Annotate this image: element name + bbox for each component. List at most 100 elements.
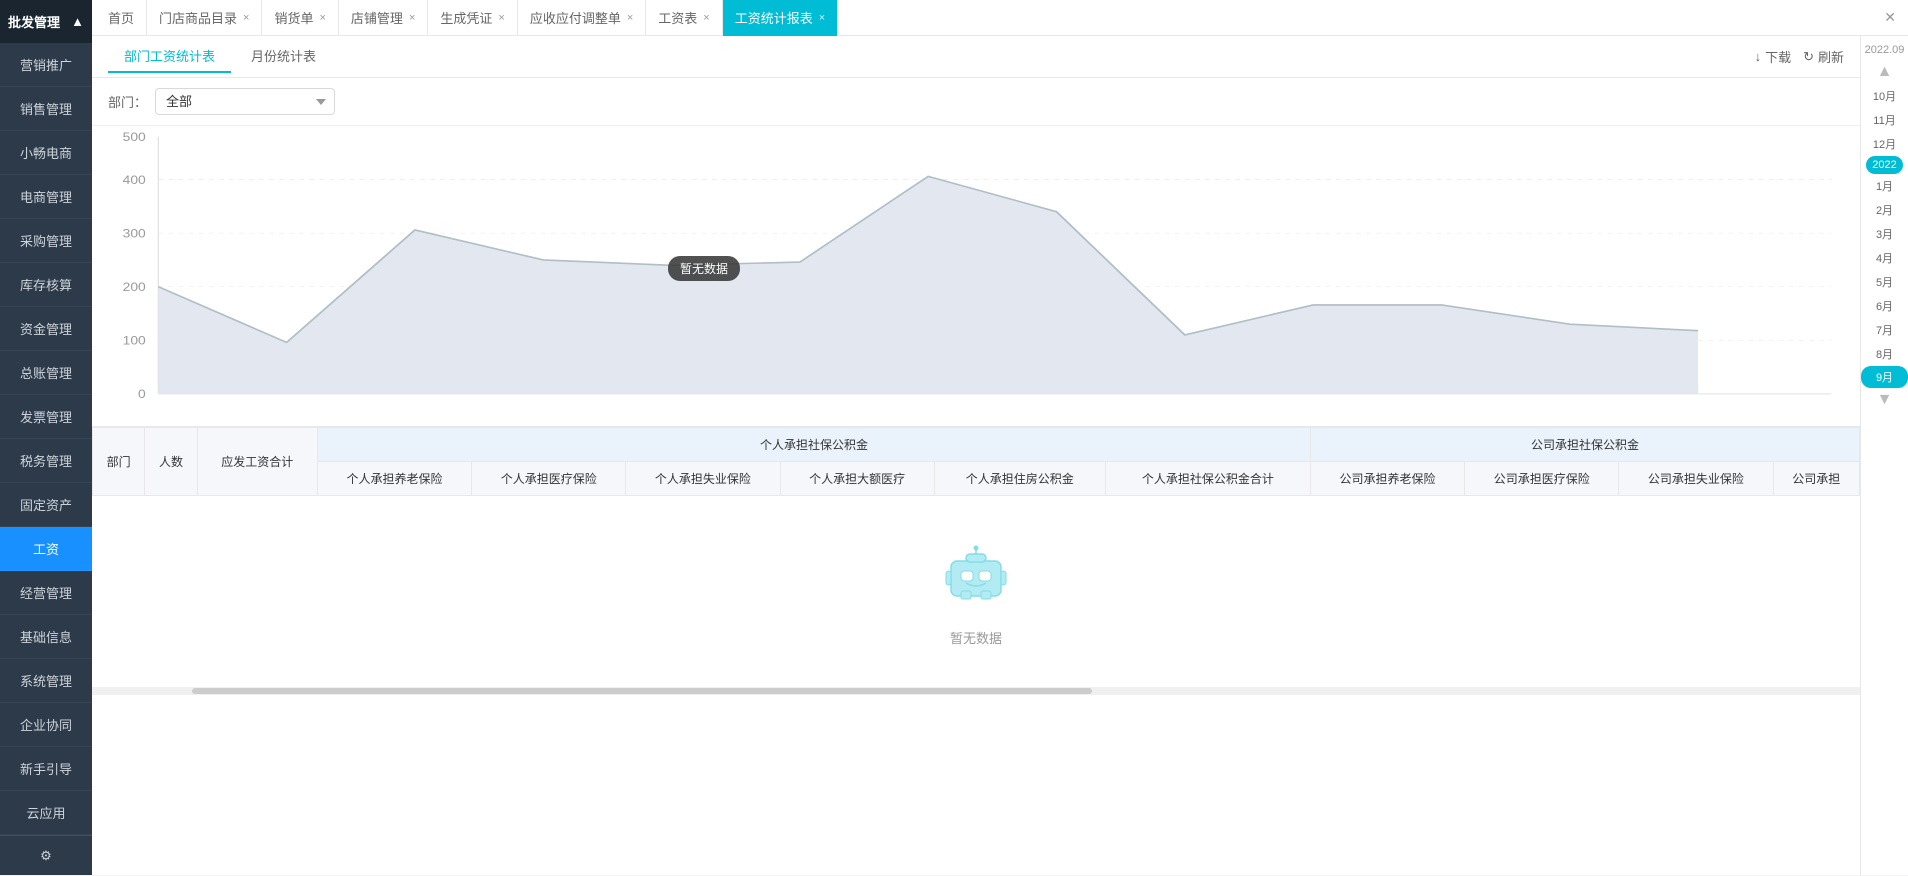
sidebar-header[interactable]: 批发管理 ▲ <box>0 0 92 43</box>
empty-icon <box>936 536 1016 616</box>
tab-bar: 首页门店商品目录×销货单×店铺管理×生成凭证×应收应付调整单×工资表×工资统计报… <box>92 0 1908 36</box>
sidebar-item-guide[interactable]: 新手引导 <box>0 747 92 791</box>
sidebar-item-system[interactable]: 系统管理 <box>0 659 92 703</box>
tab-payroll-report[interactable]: 工资统计报表× <box>723 0 838 36</box>
table-header-row-2: 个人承担养老保险 个人承担医疗保险 个人承担失业保险 个人承担大额医疗 个人承担… <box>93 462 1860 496</box>
timeline-month-11[interactable]: 11月 <box>1861 108 1908 132</box>
tab-label-store-catalog: 门店商品目录 <box>159 8 237 27</box>
sidebar-item-operations[interactable]: 经营管理 <box>0 571 92 615</box>
chart-area: 0 100 200 300 400 500 暂无数据 <box>92 126 1860 426</box>
tab-bar-close-button[interactable]: ✕ <box>1876 9 1904 26</box>
timeline-month-12[interactable]: 12月 <box>1861 132 1908 156</box>
timeline-down-button[interactable]: ▼ <box>1873 388 1897 412</box>
sidebar-item-tax[interactable]: 税务管理 <box>0 439 92 483</box>
timeline-month-3[interactable]: 3月 <box>1861 222 1908 246</box>
sub-tab-bar: 部门工资统计表 月份统计表 ↓ 下载 ↻ 刷新 <box>92 36 1860 78</box>
sidebar-item-payroll[interactable]: 工资 <box>0 527 92 571</box>
sidebar-item-enterprise[interactable]: 企业协同 <box>0 703 92 747</box>
horizontal-scrollbar[interactable] <box>92 687 1860 695</box>
timeline-month-10[interactable]: 10月 <box>1861 84 1908 108</box>
tab-sales-order[interactable]: 销货单 × <box>262 0 338 36</box>
timeline-year-2022[interactable]: 2022 <box>1866 156 1902 174</box>
timeline-month-2[interactable]: 2月 <box>1861 198 1908 222</box>
th-company-unemployment: 公司承担失业保险 <box>1619 462 1773 496</box>
tab-month-stats[interactable]: 月份统计表 <box>235 40 332 73</box>
th-personal-unemployment: 个人承担失业保险 <box>626 462 780 496</box>
th-company-medical: 公司承担医疗保险 <box>1465 462 1619 496</box>
sidebar-item-ecom[interactable]: 电商管理 <box>0 175 92 219</box>
sidebar-footer[interactable]: ⚙ <box>0 835 92 876</box>
refresh-button[interactable]: ↻ 刷新 <box>1803 47 1844 66</box>
th-personal-housing: 个人承担住房公积金 <box>934 462 1105 496</box>
th-count: 人数 <box>145 428 197 496</box>
tab-voucher[interactable]: 生成凭证 × <box>428 0 517 36</box>
main-area: 首页门店商品目录×销货单×店铺管理×生成凭证×应收应付调整单×工资表×工资统计报… <box>92 0 1908 875</box>
timeline-current-date: 2022.09 <box>1863 40 1907 60</box>
sidebar-item-marketing[interactable]: 营销推广 <box>0 43 92 87</box>
toolbar-actions: ↓ 下载 ↻ 刷新 <box>1755 47 1844 66</box>
sidebar-item-ledger[interactable]: 总账管理 <box>0 351 92 395</box>
empty-row: 暂无数据 <box>93 496 1860 688</box>
timeline-month-7[interactable]: 7月 <box>1861 318 1908 342</box>
dept-filter-select[interactable]: 全部 财务部 销售部 人事部 技术部 <box>155 88 335 115</box>
th-personal-social: 个人承担社保公积金 <box>317 428 1310 462</box>
table-area[interactable]: 部门 人数 应发工资合计 个人承担社保公积金 公司承担社保公积金 个人承担养老保… <box>92 426 1860 875</box>
tab-close-payroll-table[interactable]: × <box>703 12 709 24</box>
timeline-panel: 2022.09 ▲ 10月 11月 12月 2022 1月 2月 3月 4月 5… <box>1860 36 1908 875</box>
tab-close-sales-order[interactable]: × <box>319 12 325 24</box>
sub-tabs: 部门工资统计表 月份统计表 <box>108 40 332 73</box>
tab-label-voucher: 生成凭证 <box>440 8 492 27</box>
th-company-pension: 公司承担养老保险 <box>1310 462 1464 496</box>
tab-close-receivable[interactable]: × <box>627 12 633 24</box>
th-personal-pension: 个人承担养老保险 <box>317 462 471 496</box>
empty-text: 暂无数据 <box>950 628 1002 647</box>
page-content: 部门工资统计表 月份统计表 ↓ 下载 ↻ 刷新 <box>92 36 1860 875</box>
timeline-month-9[interactable]: 9月 <box>1861 366 1908 388</box>
tabs-container: 首页门店商品目录×销货单×店铺管理×生成凭证×应收应付调整单×工资表×工资统计报… <box>96 0 1876 36</box>
tab-close-payroll-report[interactable]: × <box>819 12 825 24</box>
download-button[interactable]: ↓ 下载 <box>1755 47 1792 66</box>
refresh-label: 刷新 <box>1818 47 1844 66</box>
timeline-month-8[interactable]: 8月 <box>1861 342 1908 366</box>
download-icon: ↓ <box>1755 49 1762 64</box>
tab-close-voucher[interactable]: × <box>498 12 504 24</box>
tab-dept-stats[interactable]: 部门工资统计表 <box>108 40 231 73</box>
tab-close-store-mgmt[interactable]: × <box>409 12 415 24</box>
sidebar-item-cloud[interactable]: 云应用 <box>0 791 92 835</box>
scrollbar-thumb[interactable] <box>192 688 1092 694</box>
sidebar-item-inventory[interactable]: 库存核算 <box>0 263 92 307</box>
table-header-row-1: 部门 人数 应发工资合计 个人承担社保公积金 公司承担社保公积金 <box>93 428 1860 462</box>
tab-label-payroll-table: 工资表 <box>658 8 697 27</box>
sidebar-item-sales[interactable]: 销售管理 <box>0 87 92 131</box>
tab-store-catalog[interactable]: 门店商品目录 × <box>147 0 262 36</box>
sidebar-item-mini-ecom[interactable]: 小畅电商 <box>0 131 92 175</box>
svg-text:0: 0 <box>138 387 146 401</box>
sidebar-items: 营销推广销售管理小畅电商电商管理采购管理库存核算资金管理总账管理发票管理税务管理… <box>0 43 92 835</box>
svg-text:100: 100 <box>123 334 146 348</box>
timeline-month-5[interactable]: 5月 <box>1861 270 1908 294</box>
filter-bar: 部门： 全部 财务部 销售部 人事部 技术部 <box>92 78 1860 126</box>
tab-payroll-table[interactable]: 工资表 × <box>646 0 722 36</box>
empty-state: 暂无数据 <box>93 496 1860 687</box>
th-company-social: 公司承担社保公积金 <box>1310 428 1859 462</box>
sidebar-item-basic[interactable]: 基础信息 <box>0 615 92 659</box>
tab-label-sales-order: 销货单 <box>274 8 313 27</box>
tab-store-mgmt[interactable]: 店铺管理× <box>339 0 428 36</box>
timeline-month-6[interactable]: 6月 <box>1861 294 1908 318</box>
sidebar-item-assets[interactable]: 固定资产 <box>0 483 92 527</box>
th-dept: 部门 <box>93 428 145 496</box>
svg-text:500: 500 <box>123 130 146 144</box>
tab-home[interactable]: 首页 <box>96 0 147 36</box>
timeline-month-4[interactable]: 4月 <box>1861 246 1908 270</box>
timeline-month-1[interactable]: 1月 <box>1861 174 1908 198</box>
svg-text:200: 200 <box>123 280 146 294</box>
timeline-up-button[interactable]: ▲ <box>1873 60 1897 84</box>
sidebar-item-finance[interactable]: 资金管理 <box>0 307 92 351</box>
th-total-wage: 应发工资合计 <box>197 428 317 496</box>
download-label: 下载 <box>1765 47 1791 66</box>
tab-close-store-catalog[interactable]: × <box>243 12 249 24</box>
sidebar-item-invoice[interactable]: 发票管理 <box>0 395 92 439</box>
sidebar-item-purchase[interactable]: 采购管理 <box>0 219 92 263</box>
tab-receivable[interactable]: 应收应付调整单× <box>518 0 646 36</box>
sidebar-arrow-icon: ▲ <box>71 14 84 29</box>
